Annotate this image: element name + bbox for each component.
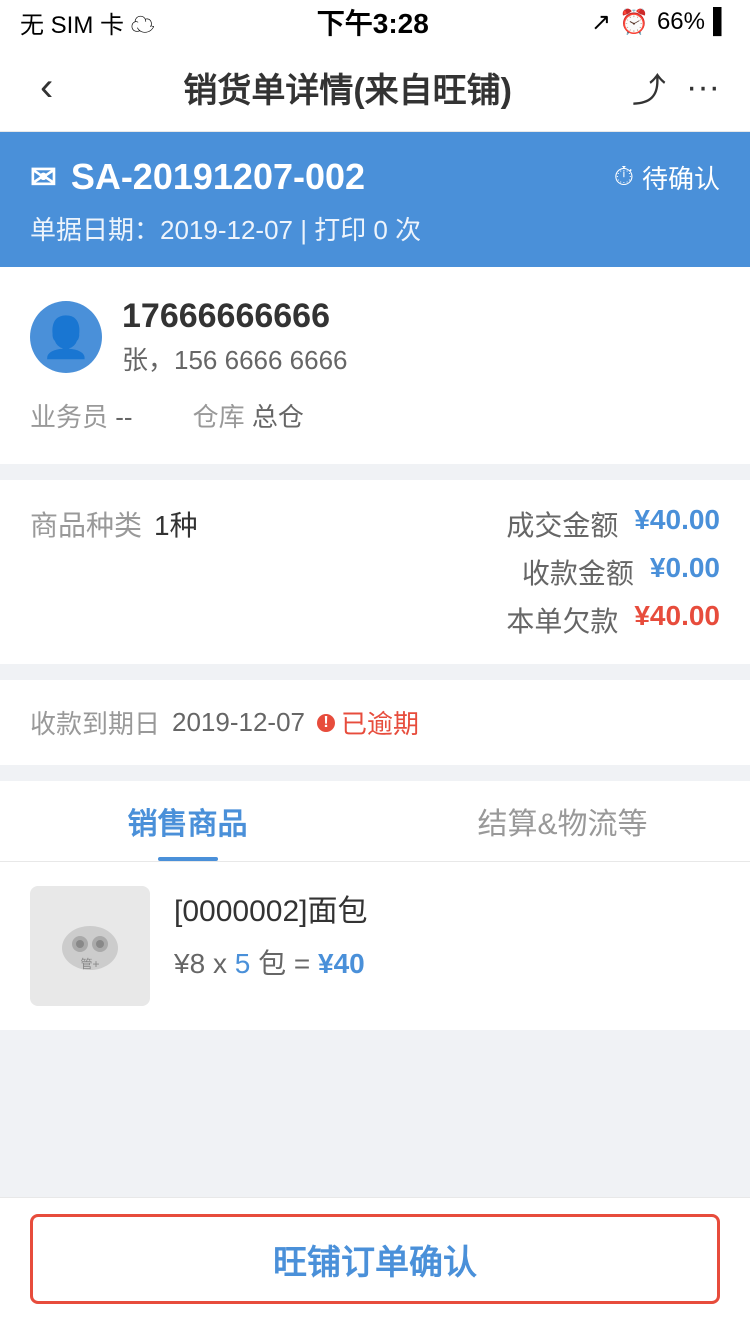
svg-text:管+: 管+ <box>80 956 99 971</box>
total-price: ¥40 <box>318 948 365 979</box>
quantity: 5 <box>235 948 251 979</box>
order-id: ✉ SA-20191207-002 <box>30 156 365 198</box>
customer-name: 张，156 6666 6666 <box>122 340 348 377</box>
salesperson-item: 业务员 -- <box>30 397 133 434</box>
due-section: 收款到期日 2019-12-07 ! 已逾期 <box>0 680 750 765</box>
overdue-text: 已逾期 <box>341 704 419 741</box>
salesperson-label: 业务员 <box>30 402 108 432</box>
product-info: [0000002]面包 ¥8 x 5 包 = ¥40 <box>174 886 720 982</box>
customer-section: 👤 17666666666 张，156 6666 6666 业务员 -- 仓库 … <box>0 267 750 464</box>
nav-actions: ⤴ ··· <box>632 63 720 112</box>
overdue-icon: ! <box>317 714 335 732</box>
more-icon[interactable]: ··· <box>686 68 720 107</box>
nav-bar: ‹ 销货单详情(来自旺铺) ⤴ ··· <box>0 44 750 132</box>
warehouse-item: 仓库 总仓 <box>193 397 304 434</box>
document-icon: ✉ <box>30 158 57 196</box>
customer-meta: 业务员 -- 仓库 总仓 <box>30 397 720 434</box>
customer-row: 👤 17666666666 张，156 6666 6666 <box>30 297 720 377</box>
status-bar: 无 SIM 卡 ☁ 下午3:28 ↗ ⏰ 66% ▌ <box>0 0 750 44</box>
equals: = <box>294 948 318 979</box>
alarm-icon: ⏰ <box>619 8 649 37</box>
price-separator: x <box>213 948 235 979</box>
product-kind: 商品种类 1种 <box>30 504 198 544</box>
warehouse-label: 仓库 <box>193 402 245 432</box>
product-price: ¥8 x 5 包 = ¥40 <box>174 942 720 982</box>
summary-section: 商品种类 1种 成交金额 ¥40.00 收款金额 ¥0.00 本单欠款 ¥40.… <box>0 480 750 664</box>
tabs-section: 销售商品 结算&物流等 <box>0 781 750 862</box>
sim-status: 无 SIM 卡 ☁ <box>20 5 155 40</box>
balance-amount-row: 本单欠款 ¥40.00 <box>506 600 720 640</box>
deal-amount-label: 成交金额 <box>506 504 618 544</box>
deal-amount-value: ¥40.00 <box>634 504 720 544</box>
product-section: 管+ [0000002]面包 ¥8 x 5 包 = ¥40 <box>0 862 750 1030</box>
unit: 包 <box>258 948 286 979</box>
deal-amount-row: 成交金额 ¥40.00 <box>506 504 720 544</box>
receipt-amount-label: 收款金额 <box>522 552 634 592</box>
balance-amount-value: ¥40.00 <box>634 600 720 640</box>
product-name: [0000002]面包 <box>174 886 720 930</box>
order-id-text: SA-20191207-002 <box>71 156 365 198</box>
location-icon: ↗ <box>591 8 611 37</box>
due-date-value: 2019-12-07 <box>172 707 305 738</box>
due-date-label: 收款到期日 <box>30 704 160 741</box>
unit-price: ¥8 <box>174 948 205 979</box>
clock-icon: ⏱ <box>614 161 634 193</box>
salesperson-val: -- <box>115 402 132 432</box>
page-title: 销货单详情(来自旺铺) <box>183 63 512 112</box>
tab-settlement-label: 结算&物流等 <box>477 799 647 843</box>
status-text: 待确认 <box>642 159 720 196</box>
balance-amount-label: 本单欠款 <box>506 600 618 640</box>
warehouse-value: 总仓 <box>252 402 304 432</box>
bottom-button-area: 旺铺订单确认 <box>0 1197 750 1334</box>
receipt-amount-row: 收款金额 ¥0.00 <box>522 552 720 592</box>
status-tag: ⏱ 待确认 <box>614 159 720 196</box>
customer-phone: 17666666666 <box>122 297 348 336</box>
tab-products[interactable]: 销售商品 <box>0 781 375 861</box>
confirm-button-label: 旺铺订单确认 <box>273 1235 477 1284</box>
overdue-badge: ! 已逾期 <box>317 704 419 741</box>
receipt-amount-value: ¥0.00 <box>650 552 720 592</box>
customer-details: 17666666666 张，156 6666 6666 <box>122 297 348 377</box>
confirm-button[interactable]: 旺铺订单确认 <box>30 1214 720 1304</box>
tabs: 销售商品 结算&物流等 <box>0 781 750 862</box>
status-left: 无 SIM 卡 ☁ <box>20 5 155 40</box>
order-meta: 单据日期：2019-12-07 | 打印 0 次 <box>30 210 720 247</box>
header-top: ✉ SA-20191207-002 ⏱ 待确认 <box>30 156 720 198</box>
product-kind-value: 1种 <box>154 504 198 544</box>
tab-products-label: 销售商品 <box>128 799 248 843</box>
status-right: ↗ ⏰ 66% ▌ <box>591 8 730 37</box>
amounts: 成交金额 ¥40.00 收款金额 ¥0.00 本单欠款 ¥40.00 <box>506 504 720 640</box>
share-icon[interactable]: ⤴ <box>632 63 666 112</box>
avatar: 👤 <box>30 301 102 373</box>
product-thumbnail: 管+ <box>30 886 150 1006</box>
product-kind-label: 商品种类 <box>30 504 142 544</box>
tab-settlement[interactable]: 结算&物流等 <box>375 781 750 861</box>
back-button[interactable]: ‹ <box>30 55 63 120</box>
product-thumb-logo: 管+ <box>50 916 130 976</box>
battery-icon: ▌ <box>713 8 730 36</box>
header-card: ✉ SA-20191207-002 ⏱ 待确认 单据日期：2019-12-07 … <box>0 132 750 267</box>
battery-level: 66% <box>657 8 705 36</box>
status-time: 下午3:28 <box>317 2 429 42</box>
avatar-icon: 👤 <box>41 314 91 361</box>
